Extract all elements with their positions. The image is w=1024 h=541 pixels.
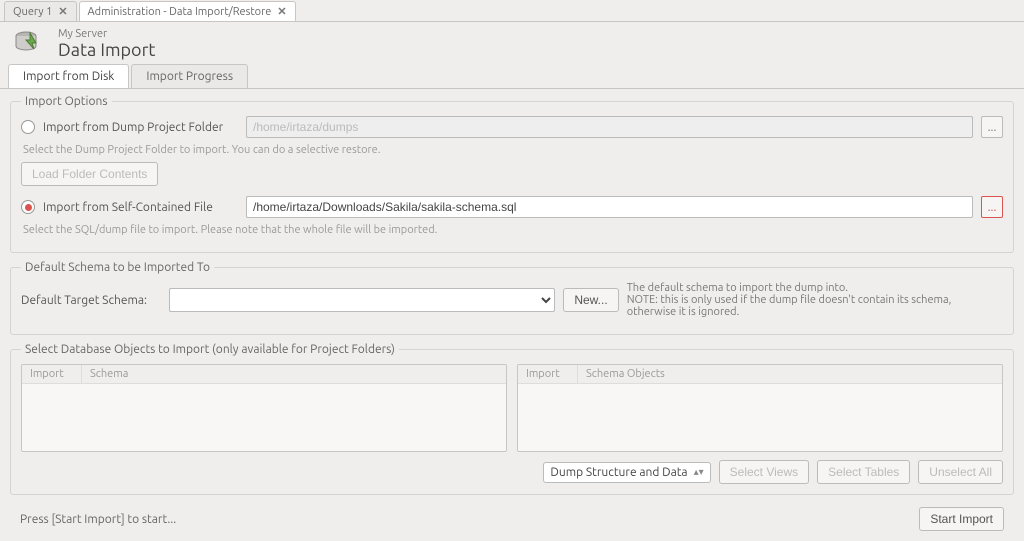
dump-type-label: Dump Structure and Data — [550, 466, 687, 479]
col-schema: Schema — [82, 365, 136, 383]
header-text: My Server Data Import — [58, 28, 155, 60]
radio-import-folder-label: Import from Dump Project Folder — [43, 121, 238, 134]
browse-file-button[interactable]: ... — [981, 196, 1003, 218]
row-default-schema: Default Target Schema: New... The defaul… — [21, 282, 1003, 318]
default-schema-legend: Default Schema to be Imported To — [21, 261, 214, 274]
subtab-import-from-disk[interactable]: Import from Disk — [8, 64, 129, 88]
select-tables-button[interactable]: Select Tables — [817, 460, 910, 484]
schema-objects-list-header: Import Schema Objects — [518, 365, 1002, 384]
select-views-button[interactable]: Select Views — [719, 460, 809, 484]
file-path-input[interactable] — [246, 196, 973, 218]
radio-import-file[interactable] — [21, 200, 35, 214]
header-subtitle: My Server — [58, 28, 155, 40]
file-hint: Select the SQL/dump file to import. Plea… — [23, 224, 1003, 236]
load-folder-contents-button[interactable]: Load Folder Contents — [21, 162, 158, 186]
tab-admin-import[interactable]: Administration - Data Import/Restore ✕ — [79, 1, 296, 21]
new-schema-button[interactable]: New... — [563, 288, 618, 312]
default-schema-note: The default schema to import the dump in… — [627, 282, 1003, 318]
page-title: Data Import — [58, 40, 155, 60]
tab-query1[interactable]: Query 1 ✕ — [4, 1, 77, 21]
footer: Press [Start Import] to start... Start I… — [10, 503, 1014, 531]
col-schema-objects: Schema Objects — [578, 365, 673, 383]
objects-legend: Select Database Objects to Import (only … — [21, 343, 399, 356]
default-schema-select[interactable] — [169, 288, 555, 312]
import-options-group: Import Options Import from Dump Project … — [10, 95, 1014, 253]
schema-list-header: Import Schema — [22, 365, 506, 384]
editor-tabbar: Query 1 ✕ Administration - Data Import/R… — [0, 0, 1024, 22]
close-icon[interactable]: ✕ — [277, 5, 286, 18]
objects-actions: Dump Structure and Data ▴▾ Select Views … — [21, 460, 1003, 484]
tab-label: Query 1 — [13, 6, 52, 18]
default-schema-label: Default Target Schema: — [21, 294, 161, 307]
row-import-folder: Import from Dump Project Folder ... — [21, 116, 1003, 138]
schema-objects-listbox[interactable]: Import Schema Objects — [517, 364, 1003, 452]
status-text: Press [Start Import] to start... — [20, 513, 176, 526]
folder-hint: Select the Dump Project Folder to import… — [23, 144, 1003, 156]
objects-group: Select Database Objects to Import (only … — [10, 343, 1014, 495]
radio-import-folder[interactable] — [21, 120, 35, 134]
chevron-updown-icon: ▴▾ — [694, 466, 704, 478]
col-import: Import — [518, 365, 578, 383]
import-options-legend: Import Options — [21, 95, 112, 108]
browse-folder-button[interactable]: ... — [981, 116, 1003, 138]
subtabbar: Import from Disk Import Progress — [0, 64, 1024, 89]
folder-path-input — [246, 116, 973, 138]
start-import-button[interactable]: Start Import — [919, 507, 1004, 531]
objects-listarea: Import Schema Import Schema Objects — [21, 364, 1003, 452]
page-header: My Server Data Import — [0, 22, 1024, 64]
database-icon — [12, 29, 46, 59]
schema-listbox[interactable]: Import Schema — [21, 364, 507, 452]
radio-import-file-label: Import from Self-Contained File — [43, 201, 238, 214]
subtab-import-progress[interactable]: Import Progress — [131, 64, 248, 88]
tab-label: Administration - Data Import/Restore — [88, 6, 272, 18]
unselect-all-button[interactable]: Unselect All — [918, 460, 1003, 484]
dump-type-dropdown[interactable]: Dump Structure and Data ▴▾ — [543, 462, 710, 483]
default-schema-group: Default Schema to be Imported To Default… — [10, 261, 1014, 335]
col-import: Import — [22, 365, 82, 383]
row-import-file: Import from Self-Contained File ... — [21, 196, 1003, 218]
main-panel: Import Options Import from Dump Project … — [0, 89, 1024, 541]
close-icon[interactable]: ✕ — [58, 5, 67, 18]
